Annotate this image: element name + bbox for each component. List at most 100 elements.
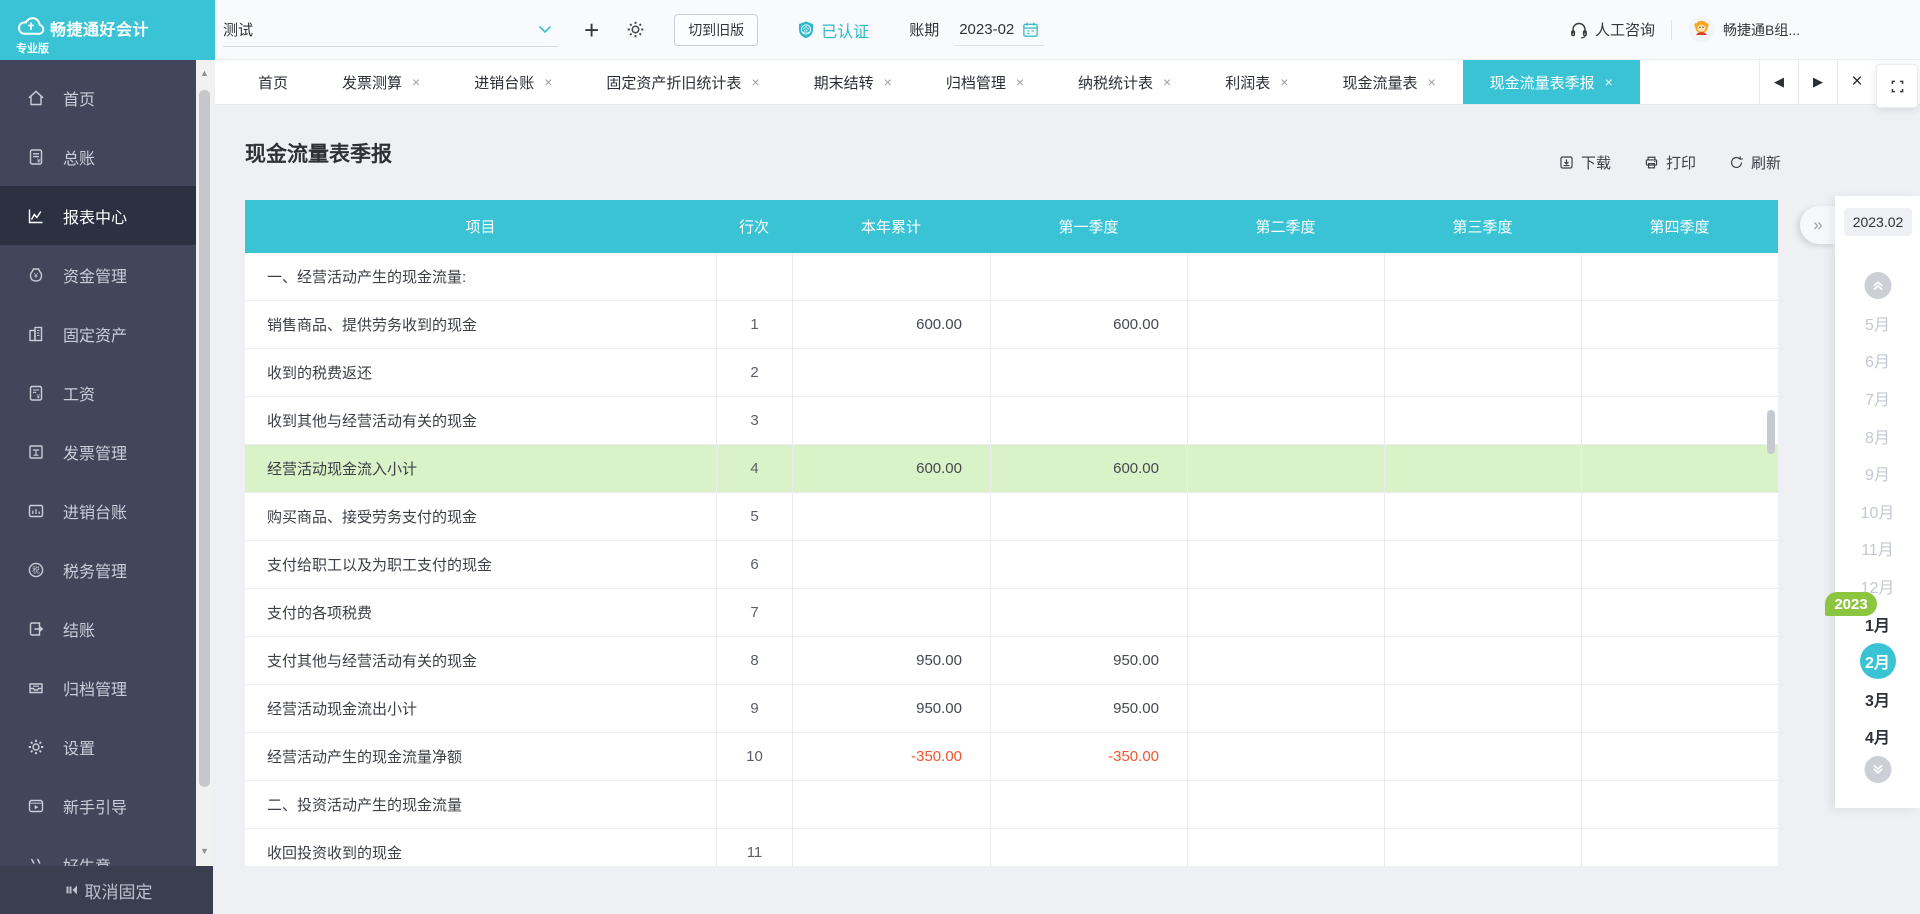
tabbar: 首页 发票测算 × 进销台账 × 固定资产折旧统计表 × 期末结转 × 归档管理 × 纳税统计表 × 利润… [215, 60, 1920, 105]
sidebar-item-guide[interactable]: 新手引导 [0, 776, 196, 835]
cell-q4 [1581, 349, 1778, 396]
cell-line: 11 [716, 829, 792, 866]
unpin-icon [61, 880, 81, 900]
month-10月[interactable]: 10月 [1835, 492, 1920, 530]
cell-q2 [1187, 829, 1384, 866]
period-side-panel: 2023.02 5月 6月 7月 8月 9月 10月 11月 12月 1月 2月 3月 4月 2023 [1825, 196, 1920, 808]
tab-发票测算[interactable]: 发票测算 × [315, 60, 447, 104]
column-header-3: 本年累计 [860, 219, 921, 236]
month-7月[interactable]: 7月 [1835, 379, 1920, 417]
month-11月[interactable]: 11月 [1835, 530, 1920, 568]
print-button[interactable]: 打印 [1643, 152, 1696, 173]
tab-close-icon[interactable]: × [544, 74, 552, 90]
tab-close-icon[interactable]: × [1163, 74, 1171, 90]
sidebar-item-assets[interactable]: 固定资产 [0, 304, 196, 363]
sidebar-item-label: 报表中心 [63, 209, 128, 227]
sidebar-item-product[interactable]: 好生意 [0, 835, 196, 866]
sidebar-scrollbar[interactable]: ▲ ▼ [196, 60, 213, 866]
tab-现金流量表季报[interactable]: 现金流量表季报 × [1462, 60, 1640, 104]
cell-item: 支付给职工以及为职工支付的现金 [267, 557, 493, 574]
support-link[interactable]: 人工咨询 [1569, 19, 1655, 40]
tab-close-icon[interactable]: × [412, 74, 420, 90]
months-scroll-down-button[interactable] [1864, 756, 1891, 783]
sidebar-item-funds[interactable]: ¥ 资金管理 [0, 245, 196, 304]
tab-现金流量表[interactable]: 现金流量表 × [1315, 60, 1462, 104]
sidebar-item-ledger[interactable]: ¥ 总账 [0, 127, 196, 186]
tab-首页[interactable]: 首页 [231, 60, 315, 104]
cell-q2 [1187, 541, 1384, 588]
cell-q3 [1384, 733, 1581, 780]
tab-close-icon[interactable]: × [751, 74, 759, 90]
sidebar-item-tax[interactable]: 税 税务管理 [0, 540, 196, 599]
tabs-next-button[interactable]: ▶ [1798, 60, 1837, 104]
close-all-tabs-button[interactable]: × [1837, 60, 1876, 104]
tab-close-icon[interactable]: × [1605, 74, 1613, 90]
month-8月[interactable]: 8月 [1835, 417, 1920, 455]
brand-edition: 专业版 [16, 43, 49, 55]
tab-纳税统计表[interactable]: 纳税统计表 × [1051, 60, 1198, 104]
sidebar-item-label: 税务管理 [63, 563, 128, 581]
cell-item: 支付的各项税费 [267, 605, 373, 622]
sidebar-item-payroll[interactable]: ¥ 工资 [0, 363, 196, 422]
brand-name: 畅捷通好会计 [50, 22, 150, 39]
cash-flow-quarterly-table: 项目 行次 本年累计 第一季度 第二季度 第三季度 第四季度 一、经营活动产生的现金流量: 销… [245, 200, 1778, 866]
tab-close-icon[interactable]: × [1427, 74, 1435, 90]
cell-q3 [1384, 445, 1581, 492]
sidebar-scrollbar-thumb[interactable] [199, 90, 210, 787]
month-3月[interactable]: 3月 [1835, 680, 1920, 718]
action-label: 打印 [1666, 155, 1697, 172]
sidebar-item-archive[interactable]: 归档管理 [0, 658, 196, 717]
cell-q4 [1581, 253, 1778, 300]
table-scrollbar-thumb[interactable] [1767, 410, 1775, 454]
user-menu[interactable]: 畅捷通B组... [1688, 16, 1800, 43]
switch-old-version-button[interactable]: 切到旧版 [674, 13, 759, 46]
calendar-icon [1021, 20, 1040, 39]
scroll-up-icon[interactable]: ▲ [196, 64, 213, 82]
cell-q3 [1384, 541, 1581, 588]
months-scroll-up-button[interactable] [1864, 272, 1891, 299]
collapse-period-panel-button[interactable]: » [1800, 206, 1836, 244]
sidebar-item-report[interactable]: 报表中心 [0, 186, 196, 245]
fullscreen-button[interactable] [1876, 64, 1918, 108]
unpin-sidebar-button[interactable]: 取消固定 [0, 866, 213, 914]
page-title: 现金流量表季报 [245, 143, 392, 166]
period-selector[interactable]: 2023-02 [955, 14, 1045, 46]
account-set-select[interactable]: 测试 [223, 13, 558, 47]
action-label: 刷新 [1751, 155, 1782, 172]
tab-利润表[interactable]: 利润表 × [1198, 60, 1315, 104]
cell-q1 [990, 253, 1187, 300]
cell-q3 [1384, 253, 1581, 300]
cell-q2 [1187, 349, 1384, 396]
tab-固定资产折旧统计表[interactable]: 固定资产折旧统计表 × [579, 60, 786, 104]
sidebar-item-label: 新手引导 [63, 799, 128, 817]
sidebar-item-invoice[interactable]: 发票管理 [0, 422, 196, 481]
settings-gear-icon[interactable] [625, 19, 646, 40]
download-button[interactable]: 下载 [1558, 152, 1611, 173]
tab-close-icon[interactable]: × [1016, 74, 1024, 90]
sidebar-item-settings[interactable]: 设置 [0, 717, 196, 776]
month-9月[interactable]: 9月 [1835, 454, 1920, 492]
tab-归档管理[interactable]: 归档管理 × [919, 60, 1051, 104]
month-4月[interactable]: 4月 [1835, 718, 1920, 756]
cell-q2 [1187, 301, 1384, 348]
sidebar-item-trade[interactable]: 进销台账 [0, 481, 196, 540]
sidebar-item-closing[interactable]: 结账 [0, 599, 196, 658]
table-body: 一、经营活动产生的现金流量: 销售商品、提供劳务收到的现金 1 600.00 600.0… [245, 253, 1778, 866]
report-icon [26, 206, 46, 226]
refresh-button[interactable]: 刷新 [1728, 152, 1781, 173]
month-6月[interactable]: 6月 [1835, 342, 1920, 380]
add-account-set-button[interactable]: + [584, 17, 599, 43]
tabs-prev-button[interactable]: ◀ [1759, 60, 1798, 104]
tab-期末结转[interactable]: 期末结转 × [787, 60, 919, 104]
tab-close-icon[interactable]: × [884, 74, 892, 90]
cell-q2 [1187, 733, 1384, 780]
sidebar-item-home[interactable]: 首页 [0, 68, 196, 127]
cell-ytd: 950.00 [792, 637, 990, 684]
month-2月[interactable]: 2月 [1835, 642, 1920, 680]
cell-q1: 600.00 [990, 301, 1187, 348]
scroll-down-icon[interactable]: ▼ [196, 842, 213, 860]
username: 畅捷通B组... [1722, 21, 1800, 38]
month-5月[interactable]: 5月 [1835, 304, 1920, 342]
tab-close-icon[interactable]: × [1280, 74, 1288, 90]
tab-进销台账[interactable]: 进销台账 × [447, 60, 579, 104]
